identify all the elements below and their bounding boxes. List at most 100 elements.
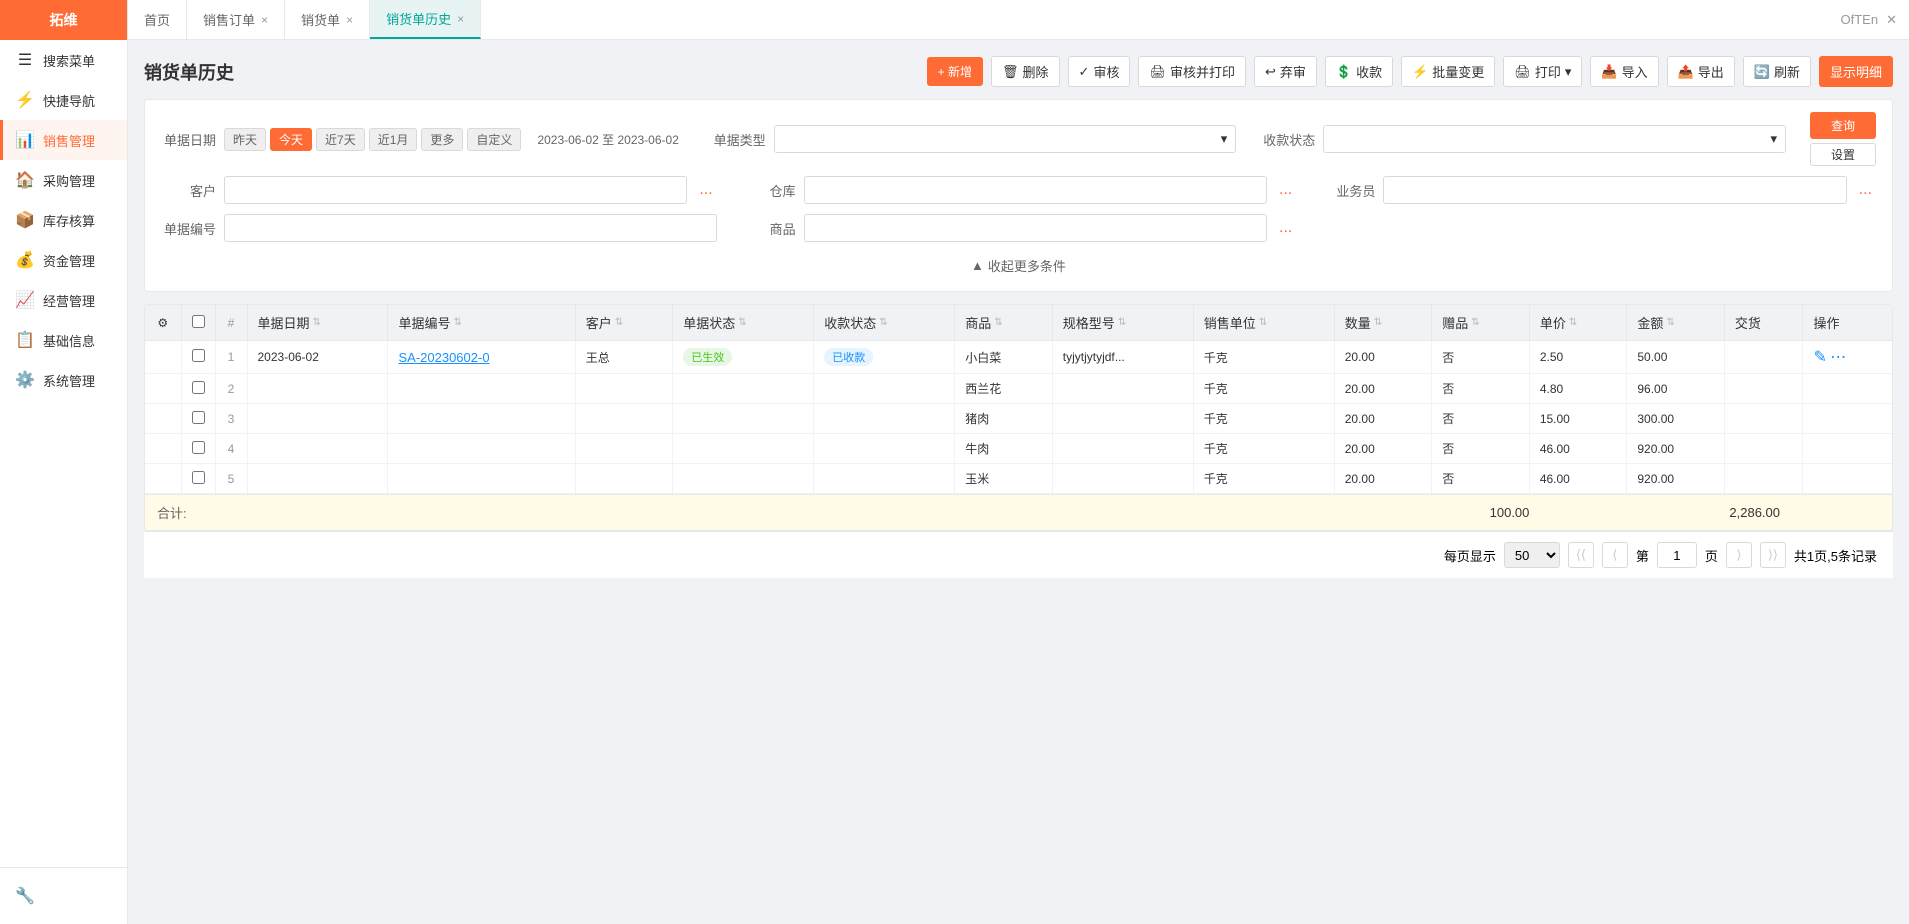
filter-customer-input[interactable]: [224, 176, 687, 204]
settings-button[interactable]: 设置: [1810, 143, 1876, 166]
td-doc-status: 已生效: [673, 341, 814, 374]
date-btn-custom[interactable]: 自定义: [467, 128, 521, 151]
table-row: 3 猪肉 千克 20.00 否 15.00 300.00: [145, 404, 1892, 434]
row-checkbox[interactable]: [192, 441, 205, 454]
tab-sales-history[interactable]: 销货单历史 ×: [370, 0, 481, 39]
filter-doc-type-select[interactable]: ▾: [774, 125, 1237, 153]
date-btn-7days[interactable]: 近7天: [316, 128, 365, 151]
th-doc-no[interactable]: 单据编号⇅: [388, 305, 575, 341]
tab-sales-goods[interactable]: 销货单 ×: [285, 0, 370, 39]
filter-customer-item: 客户 ...: [161, 176, 717, 204]
date-btn-yesterday[interactable]: 昨天: [224, 128, 266, 151]
abandon-button[interactable]: ↩ 弃审: [1254, 56, 1317, 87]
sort-spec-icon: ⇅: [1118, 317, 1126, 328]
sidebar-item-search[interactable]: ☰ 搜索菜单: [0, 40, 127, 80]
sales-mgmt-icon: 📊: [15, 130, 35, 150]
th-product[interactable]: 商品⇅: [955, 305, 1053, 341]
tab-sales-order-close[interactable]: ×: [261, 13, 268, 27]
td-action: [1803, 434, 1892, 464]
import-button[interactable]: 📥 导入: [1590, 56, 1658, 87]
sidebar-item-ops[interactable]: 📈 经营管理: [0, 280, 127, 320]
topbar-close-icon[interactable]: ✕: [1886, 12, 1897, 28]
review-button[interactable]: ✓ 审核: [1068, 56, 1131, 87]
query-button[interactable]: 查询: [1810, 112, 1876, 139]
filter-docno-input[interactable]: [224, 214, 717, 242]
last-page-btn[interactable]: ⟩⟩: [1760, 542, 1786, 568]
tab-sales-goods-close[interactable]: ×: [346, 13, 353, 27]
th-checkbox: [181, 305, 215, 341]
collapse-button[interactable]: ▲ 收起更多条件: [161, 252, 1876, 279]
export-button[interactable]: 📤 导出: [1667, 56, 1735, 87]
filter-product-input[interactable]: [804, 214, 1267, 242]
new-button[interactable]: + 新增: [927, 57, 983, 86]
next-page-btn[interactable]: ⟩: [1726, 542, 1752, 568]
td-doc-status: [673, 434, 814, 464]
th-price[interactable]: 单价⇅: [1529, 305, 1627, 341]
show-detail-button[interactable]: 显示明细: [1819, 56, 1893, 87]
filter-customer-dots[interactable]: ...: [695, 181, 716, 199]
td-doc-no: [388, 464, 575, 494]
th-spec[interactable]: 规格型号⇅: [1052, 305, 1193, 341]
date-btn-today[interactable]: 今天: [270, 128, 312, 151]
date-btn-1month[interactable]: 近1月: [369, 128, 418, 151]
th-gift[interactable]: 赠品⇅: [1432, 305, 1530, 341]
collect-button[interactable]: 💲 收款: [1325, 56, 1393, 87]
more-op-btn[interactable]: ⋯: [1830, 349, 1846, 366]
th-date[interactable]: 单据日期⇅: [247, 305, 388, 341]
sidebar-item-sys-mgmt[interactable]: ⚙️ 系统管理: [0, 360, 127, 400]
row-checkbox[interactable]: [192, 471, 205, 484]
sidebar-item-inventory[interactable]: 📦 库存核算: [0, 200, 127, 240]
date-btn-more[interactable]: 更多: [421, 128, 463, 151]
edit-op-btn[interactable]: ✎: [1813, 349, 1826, 366]
first-page-btn[interactable]: ⟨⟨: [1568, 542, 1594, 568]
tab-sales-history-close[interactable]: ×: [457, 12, 464, 26]
th-amount[interactable]: 金额⇅: [1627, 305, 1725, 341]
sidebar-logo: 拓维: [0, 0, 127, 40]
collect-label: 收款: [1356, 62, 1382, 81]
select-all-checkbox[interactable]: [192, 315, 205, 328]
filter-salesman-input[interactable]: [1383, 176, 1846, 204]
th-delivery-label: 交货: [1735, 316, 1761, 331]
review-print-button[interactable]: 🖨 审核并打印: [1138, 56, 1246, 87]
page-input[interactable]: [1657, 542, 1697, 568]
sidebar-item-label: 基础信息: [43, 331, 95, 350]
prev-page-btn[interactable]: ⟨: [1602, 542, 1628, 568]
delete-button[interactable]: 🗑 删除: [991, 56, 1060, 87]
filter-pay-status-select[interactable]: ▾: [1323, 125, 1786, 153]
print-button[interactable]: 🖨 打印 ▾: [1503, 56, 1582, 87]
th-customer[interactable]: 客户⇅: [575, 305, 673, 341]
sidebar-item-purchase-mgmt[interactable]: 🏠 采购管理: [0, 160, 127, 200]
th-qty[interactable]: 数量⇅: [1334, 305, 1432, 341]
th-amount-label: 金额: [1637, 313, 1663, 332]
page-size-select[interactable]: 50 100: [1504, 542, 1560, 568]
delete-label: 删除: [1023, 62, 1049, 81]
refresh-label: 刷新: [1774, 62, 1800, 81]
row-checkbox[interactable]: [192, 381, 205, 394]
filter-row-2: 客户 ... 仓库 ... 业务员 ...: [161, 176, 1876, 204]
sidebar-item-finance[interactable]: 💰 资金管理: [0, 240, 127, 280]
th-doc-status[interactable]: 单据状态⇅: [673, 305, 814, 341]
tab-sales-order[interactable]: 销售订单 ×: [187, 0, 285, 39]
sidebar-item-label: 经营管理: [43, 291, 95, 310]
import-label: 导入: [1622, 62, 1648, 81]
refresh-button[interactable]: 🔄 刷新: [1743, 56, 1811, 87]
filter-salesman-dots[interactable]: ...: [1855, 181, 1876, 199]
filter-product-dots[interactable]: ...: [1275, 219, 1296, 237]
batch-change-button[interactable]: ⚡ 批量变更: [1401, 56, 1495, 87]
tab-sales-order-label: 销售订单: [203, 10, 255, 29]
filter-warehouse-dots[interactable]: ...: [1275, 181, 1296, 199]
row-checkbox[interactable]: [192, 349, 205, 362]
sidebar-item-sales-mgmt[interactable]: 📊 销售管理: [0, 120, 127, 160]
row-checkbox[interactable]: [192, 411, 205, 424]
td-qty: 20.00: [1334, 341, 1432, 374]
th-settings[interactable]: ⚙: [145, 305, 181, 341]
th-pay-status[interactable]: 收款状态⇅: [814, 305, 955, 341]
sidebar-item-quick-nav[interactable]: ⚡ 快捷导航: [0, 80, 127, 120]
sidebar-item-basic-info[interactable]: 📋 基础信息: [0, 320, 127, 360]
sidebar-item-settings-bottom[interactable]: 🔧: [0, 876, 127, 916]
filter-warehouse-input[interactable]: [804, 176, 1267, 204]
th-unit[interactable]: 销售单位⇅: [1193, 305, 1334, 341]
td-unit: 千克: [1193, 374, 1334, 404]
doc-no-link[interactable]: SA-20230602-0: [398, 350, 489, 365]
tab-home[interactable]: 首页: [128, 0, 187, 39]
